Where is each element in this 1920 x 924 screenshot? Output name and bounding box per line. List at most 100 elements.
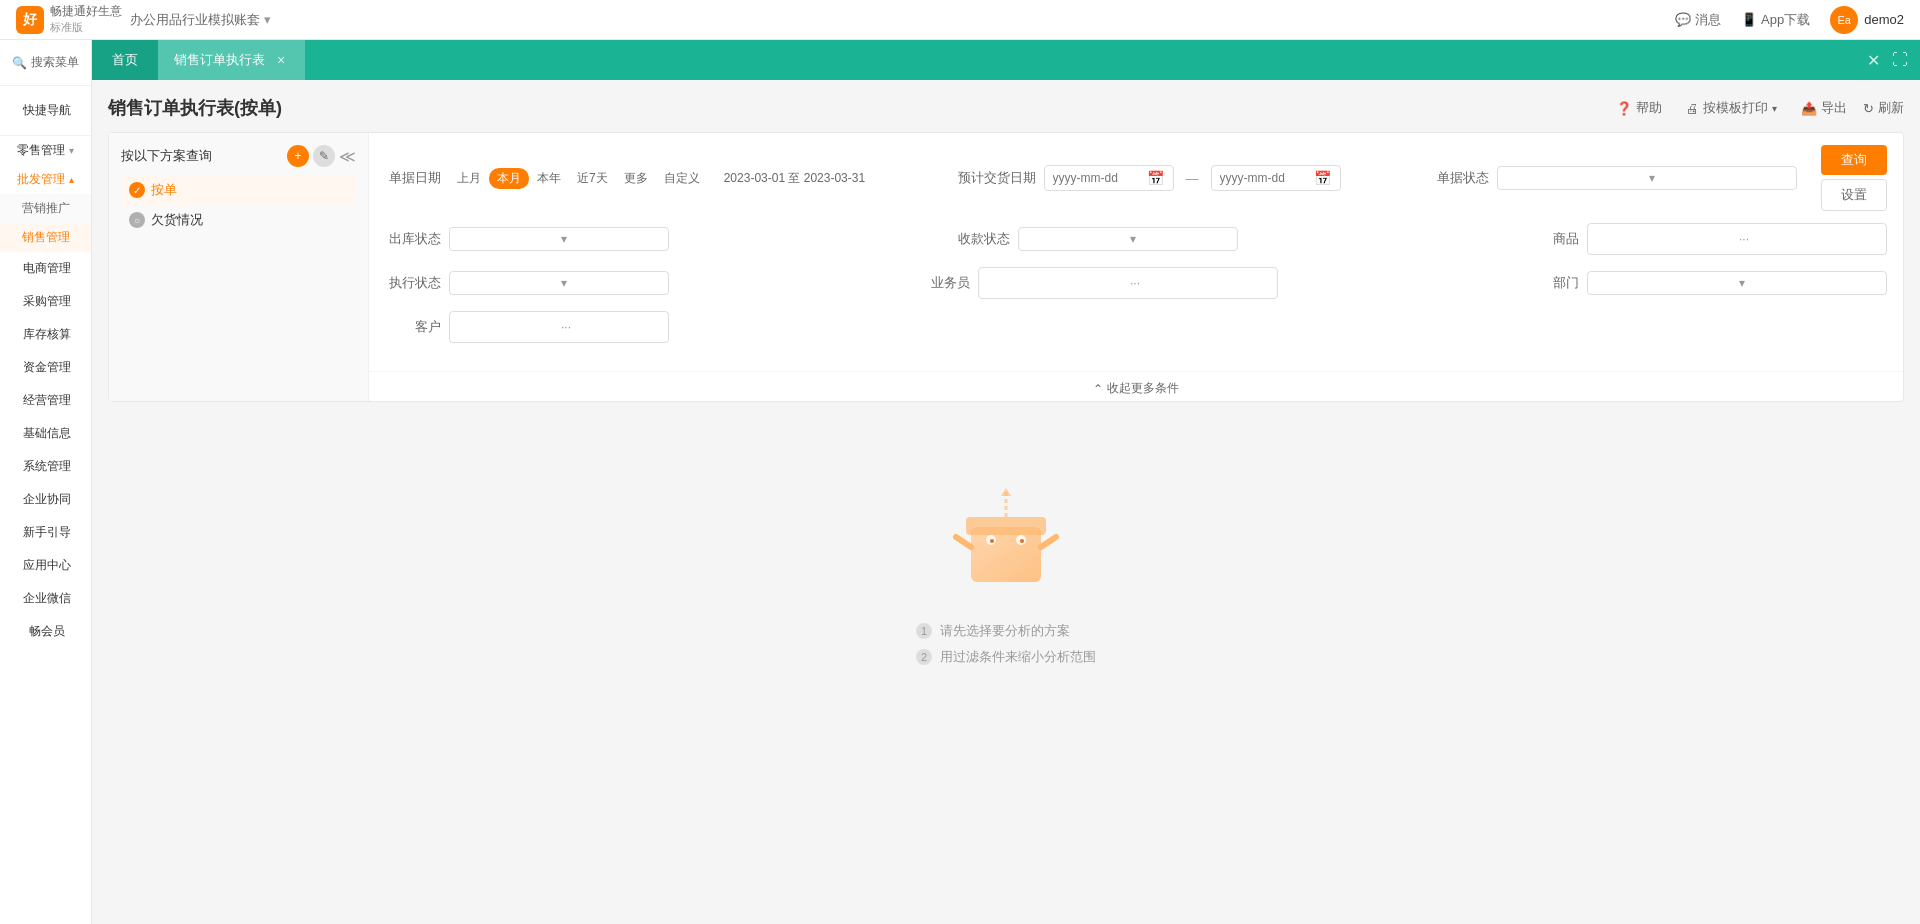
filter-field-salesperson: 业务员 ··· (914, 267, 1278, 299)
refresh-label: 刷新 (1878, 99, 1904, 117)
date-tab-7days[interactable]: 近7天 (569, 168, 616, 189)
app-download-button[interactable]: 📱 App下载 (1741, 11, 1810, 29)
scheme-item-shortage[interactable]: ○ 欠货情况 (121, 205, 356, 235)
user-area[interactable]: Ea demo2 (1830, 6, 1904, 34)
refresh-button[interactable]: ↻ 刷新 (1863, 99, 1904, 117)
filter-main: 单据日期 上月 本月 本年 近7天 更多 自定义 (369, 133, 1903, 367)
breadcrumb-text: 办公用品行业模拟账套 (130, 11, 260, 29)
query-button[interactable]: 查询 (1821, 145, 1887, 175)
out-status-select[interactable]: ▾ (449, 227, 669, 251)
wholesale-label: 批发管理 (17, 172, 65, 186)
marketing-label: 营销推广 (22, 201, 70, 215)
sidebar-item-sales[interactable]: 销售管理 (0, 223, 91, 252)
sidebar-item-appstore[interactable]: 应用中心 (0, 549, 91, 582)
filter-field-dept: 部门 ▾ (1523, 271, 1887, 295)
print-button[interactable]: 🖨 按模板打印 ▾ (1678, 99, 1785, 117)
sidebar-sub-marketing: 营销推广 销售管理 (0, 194, 91, 252)
scheme-item-label-0: 按单 (151, 181, 177, 199)
date-to-input[interactable]: 📅 (1211, 165, 1341, 191)
date-to-field[interactable] (1220, 171, 1310, 185)
scheme-item-by-order[interactable]: ✓ 按单 (121, 175, 356, 205)
goods-select[interactable]: ··· (1587, 223, 1887, 255)
export-button[interactable]: 📤 导出 (1801, 99, 1847, 117)
exec-status-select[interactable]: ▾ (449, 271, 669, 295)
date-from-field[interactable] (1053, 171, 1143, 185)
filter-row-2: 出库状态 ▾ 收款状态 (385, 223, 1887, 255)
customer-more-icon[interactable]: ··· (557, 316, 660, 338)
customer-label: 客户 (385, 318, 441, 336)
edit-scheme-button[interactable]: ✎ (313, 145, 335, 167)
finance-label: 资金管理 (23, 360, 71, 374)
doc-status-select[interactable]: ▾ (1497, 166, 1797, 190)
scheme-item-label-1: 欠货情况 (151, 211, 203, 229)
date-tab-custom[interactable]: 自定义 (656, 168, 708, 189)
tab-label: 销售订单执行表 (174, 51, 265, 69)
salesperson-select[interactable]: ··· (978, 267, 1278, 299)
top-bar-right: 💬 消息 📱 App下载 Ea demo2 (1675, 6, 1904, 34)
dept-select[interactable]: ▾ (1587, 271, 1887, 295)
sidebar-item-quick-nav[interactable]: 快捷导航 (0, 94, 91, 127)
message-button[interactable]: 💬 消息 (1675, 11, 1721, 29)
goods-more-icon[interactable]: ··· (1735, 228, 1878, 250)
sidebar-item-cooperation[interactable]: 企业协同 (0, 483, 91, 516)
filter-field-customer: 客户 ··· (385, 311, 669, 343)
svg-rect-1 (966, 517, 1046, 535)
tab-fullscreen-icon[interactable]: ⛶ (1892, 51, 1908, 69)
receipt-status-select[interactable]: ▾ (1018, 227, 1238, 251)
sidebar-item-purchase[interactable]: 采购管理 (0, 285, 91, 318)
collapse-scheme-button[interactable]: ≪ (339, 147, 356, 166)
sidebar-item-system[interactable]: 系统管理 (0, 450, 91, 483)
tab-home[interactable]: 首页 (92, 40, 158, 80)
sidebar-search-section: 🔍 搜索菜单 (0, 40, 91, 86)
filter-field-out-status: 出库状态 ▾ (385, 227, 669, 251)
sidebar-item-inventory[interactable]: 库存核算 (0, 318, 91, 351)
retail-label: 零售管理 (17, 143, 65, 157)
collapse-bar[interactable]: ⌃ 收起更多条件 (369, 371, 1903, 401)
help-button[interactable]: ❓ 帮助 (1616, 99, 1662, 117)
date-label: 单据日期 (385, 169, 441, 187)
sidebar-item-retail[interactable]: 零售管理 ▾ (0, 136, 91, 165)
home-tab-label: 首页 (112, 51, 138, 69)
page-title: 销售订单执行表(按单) (108, 96, 282, 120)
date-tab-this-year[interactable]: 本年 (529, 168, 569, 189)
breadcrumb-arrow-icon[interactable]: ▾ (264, 12, 271, 27)
tab-sales-order[interactable]: 销售订单执行表 × (158, 40, 305, 80)
date-preset-row: 上月 本月 本年 近7天 更多 自定义 (449, 168, 708, 189)
settings-button[interactable]: 设置 (1821, 179, 1887, 211)
salesperson-more-icon[interactable]: ··· (1126, 272, 1269, 294)
empty-state: 1 请先选择要分析的方案 2 用过滤条件来缩小分析范围 (108, 402, 1904, 750)
sidebar-item-marketing[interactable]: 营销推广 (0, 194, 91, 223)
sidebar-item-newbie[interactable]: 新手引导 (0, 516, 91, 549)
sidebar-item-member[interactable]: 畅会员 (0, 615, 91, 648)
logo-area: 好 畅捷通好生意 标准版 (16, 4, 122, 35)
tab-window-close-icon[interactable]: ✕ (1867, 51, 1880, 70)
salesperson-label: 业务员 (914, 274, 970, 292)
tab-close-icon[interactable]: × (273, 52, 289, 68)
customer-select[interactable]: ··· (449, 311, 669, 343)
sidebar-item-ecommerce[interactable]: 电商管理 (0, 252, 91, 285)
date-tab-more[interactable]: 更多 (616, 168, 656, 189)
sidebar-item-business[interactable]: 经营管理 (0, 384, 91, 417)
quick-nav-section: 快捷导航 (0, 86, 91, 136)
filter-scheme-panel: 按以下方案查询 + ✎ ≪ ✓ 按单 ○ (109, 133, 369, 401)
date-tab-last-month[interactable]: 上月 (449, 168, 489, 189)
date-tab-this-month[interactable]: 本月 (489, 168, 529, 189)
main-layout: 🔍 搜索菜单 快捷导航 零售管理 ▾ 批发管理 ▴ 营销推广 (0, 40, 1920, 924)
retail-arrow-icon: ▾ (69, 145, 74, 156)
sidebar-item-wechat[interactable]: 企业微信 (0, 582, 91, 615)
add-scheme-button[interactable]: + (287, 145, 309, 167)
sidebar-item-finance[interactable]: 资金管理 (0, 351, 91, 384)
page-header-actions: ❓ 帮助 🖨 按模板打印 ▾ 📤 导出 ↻ (1616, 99, 1904, 117)
sidebar-item-basic[interactable]: 基础信息 (0, 417, 91, 450)
empty-steps: 1 请先选择要分析的方案 2 用过滤条件来缩小分析范围 (916, 618, 1096, 670)
scheme-header: 按以下方案查询 + ✎ ≪ (121, 145, 356, 167)
refresh-icon: ↻ (1863, 101, 1874, 116)
search-menu-button[interactable]: 🔍 搜索菜单 (8, 50, 83, 75)
sidebar-item-wholesale[interactable]: 批发管理 ▴ (0, 165, 91, 194)
filter-row-3: 执行状态 ▾ 业务员 (385, 267, 1887, 299)
step-num-2: 2 (916, 649, 932, 665)
export-icon: 📤 (1801, 101, 1817, 116)
step-text-1: 请先选择要分析的方案 (940, 618, 1070, 644)
date-from-input[interactable]: 📅 (1044, 165, 1174, 191)
empty-illustration (946, 482, 1066, 602)
